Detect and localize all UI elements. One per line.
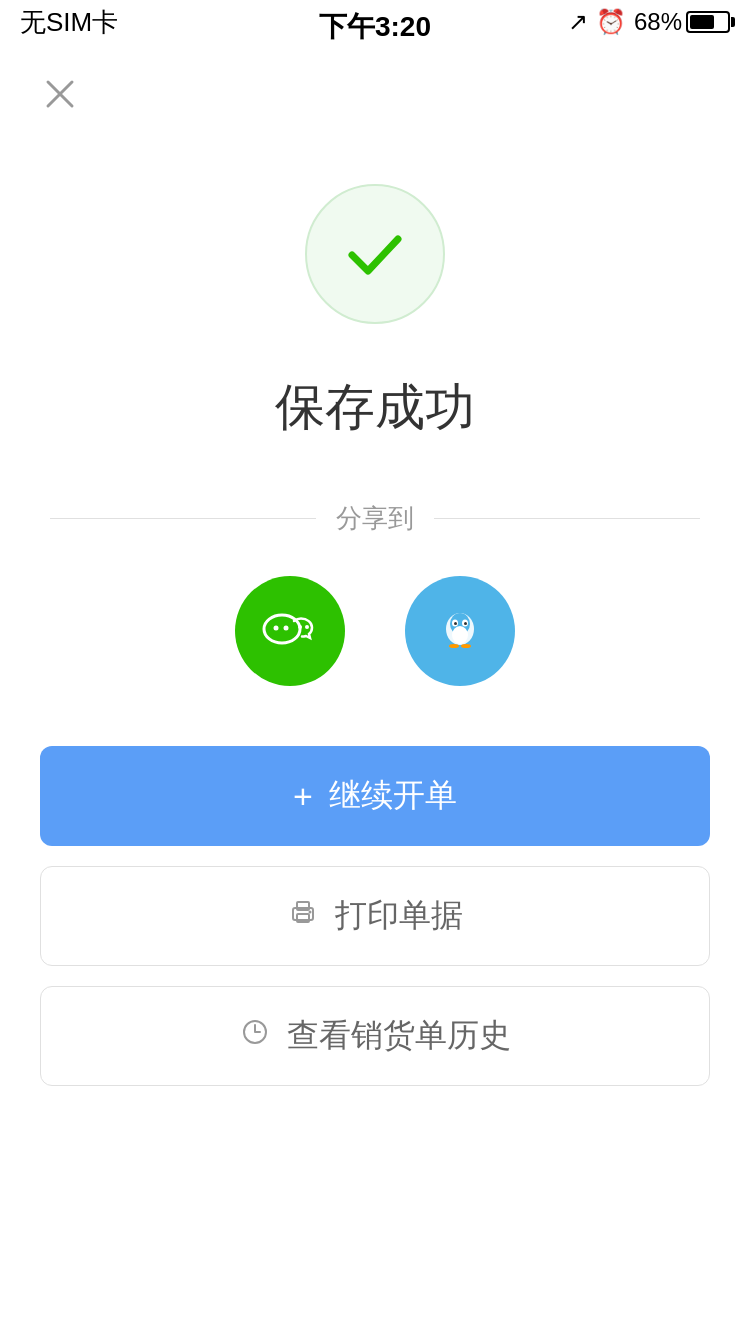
continue-order-button[interactable]: + 继续开单	[40, 746, 710, 846]
history-label: 查看销货单历史	[287, 1014, 511, 1058]
status-right: ↗ ⏰ 68%	[568, 8, 730, 36]
success-section: 保存成功	[0, 124, 750, 501]
print-label: 打印单据	[335, 894, 463, 938]
print-icon	[287, 896, 319, 936]
status-left: 无SIM卡	[20, 5, 126, 40]
battery-icon	[686, 11, 730, 33]
history-icon	[239, 1016, 271, 1056]
svg-point-6	[305, 625, 309, 629]
svg-point-12	[464, 622, 467, 625]
wechat-share-button[interactable]	[235, 576, 345, 686]
share-icons	[50, 576, 700, 686]
svg-point-16	[452, 626, 468, 644]
alarm-icon: ⏰	[596, 8, 626, 36]
success-circle	[305, 184, 445, 324]
action-buttons: + 继续开单 打印单据 查看销货单历史	[0, 746, 750, 1086]
print-button[interactable]: 打印单据	[40, 866, 710, 966]
success-title: 保存成功	[275, 374, 475, 441]
time-display: 下午3:20	[319, 8, 431, 46]
share-label: 分享到	[336, 501, 414, 536]
close-button[interactable]	[30, 64, 90, 124]
battery-fill	[690, 15, 714, 29]
svg-point-3	[274, 626, 279, 631]
svg-point-14	[449, 644, 459, 648]
svg-point-20	[309, 911, 312, 914]
svg-point-15	[461, 644, 471, 648]
share-section: 分享到	[0, 501, 750, 746]
location-icon: ↗	[568, 8, 588, 36]
page-content: 保存成功 分享到	[0, 44, 750, 1334]
carrier-text: 无SIM卡	[20, 5, 118, 40]
battery-container: 68%	[634, 8, 730, 36]
view-history-button[interactable]: 查看销货单历史	[40, 986, 710, 1086]
plus-icon: +	[293, 777, 313, 816]
status-bar: 无SIM卡 下午3:20 ↗ ⏰ 68%	[0, 0, 750, 44]
share-divider: 分享到	[50, 501, 700, 536]
qq-share-button[interactable]	[405, 576, 515, 686]
svg-point-5	[298, 625, 302, 629]
continue-order-label: 继续开单	[329, 774, 457, 818]
battery-percentage: 68%	[634, 8, 682, 36]
svg-point-11	[454, 622, 457, 625]
svg-point-4	[284, 626, 289, 631]
